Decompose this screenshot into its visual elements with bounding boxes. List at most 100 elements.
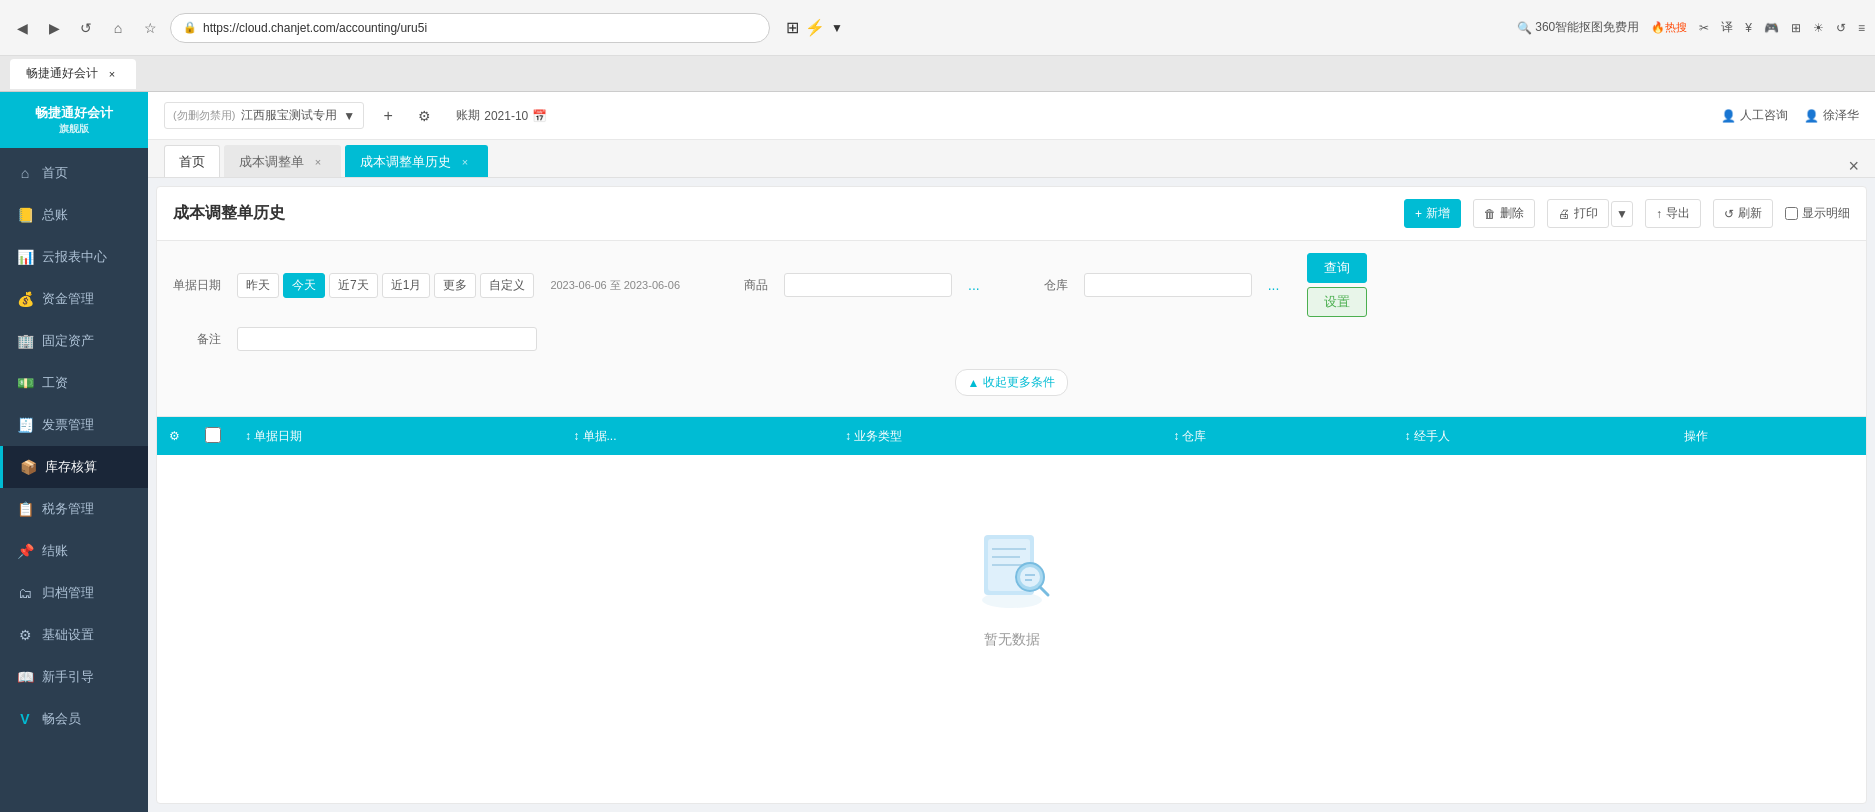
back-button[interactable]: ◀ bbox=[10, 16, 34, 40]
date-yesterday-button[interactable]: 昨天 bbox=[237, 273, 279, 298]
goods-more-button[interactable]: ... bbox=[968, 277, 980, 293]
hot-search-tool[interactable]: 🔥热搜 bbox=[1651, 20, 1687, 35]
sidebar-item-salary[interactable]: 💵 工资 bbox=[0, 362, 148, 404]
user-menu[interactable]: 👤 徐泽华 bbox=[1804, 107, 1859, 124]
browser-tab-chanjet[interactable]: 畅捷通好会计 × bbox=[10, 59, 136, 89]
refresh-button[interactable]: ↺ 刷新 bbox=[1713, 199, 1773, 228]
settings-icon: ⚙ bbox=[16, 627, 34, 643]
sidebar-item-guide[interactable]: 📖 新手引导 bbox=[0, 656, 148, 698]
browser-tab-label: 畅捷通好会计 bbox=[26, 65, 98, 82]
workspace-dropdown-icon: ▼ bbox=[343, 109, 355, 123]
translate-tool[interactable]: 译 bbox=[1721, 19, 1733, 36]
tab-cost-adjustment-close-icon[interactable]: × bbox=[310, 154, 326, 170]
delete-button[interactable]: 🗑 删除 bbox=[1473, 199, 1535, 228]
tab-cost-adjustment[interactable]: 成本调整单 × bbox=[224, 145, 341, 177]
sidebar-item-close-account-label: 结账 bbox=[42, 542, 68, 560]
date-custom-button[interactable]: 自定义 bbox=[480, 273, 534, 298]
customer-service-button[interactable]: 👤 人工咨询 bbox=[1721, 107, 1788, 124]
grid-tool[interactable]: ⊞ bbox=[1791, 21, 1801, 35]
wallet-tool[interactable]: ¥ bbox=[1745, 21, 1752, 35]
sidebar-item-close-account[interactable]: 📌 结账 bbox=[0, 530, 148, 572]
page-title: 成本调整单历史 bbox=[173, 203, 285, 224]
remark-filter-input[interactable] bbox=[237, 327, 537, 351]
select-all-checkbox[interactable] bbox=[205, 427, 221, 443]
top-bar-right: 👤 人工咨询 👤 徐泽华 bbox=[1721, 107, 1859, 124]
sidebar-item-invoice[interactable]: 🧾 发票管理 bbox=[0, 404, 148, 446]
display-cols-checkbox[interactable] bbox=[1785, 207, 1798, 220]
goods-filter-input[interactable] bbox=[784, 273, 952, 297]
date-7days-button[interactable]: 近7天 bbox=[329, 273, 378, 298]
filter-row-1: 单据日期 昨天 今天 近7天 近1月 更多 自定义 2023-06-06 至 2… bbox=[173, 253, 1850, 317]
th-date[interactable]: ↕ 单据日期 bbox=[233, 417, 561, 455]
invoice-icon: 🧾 bbox=[16, 417, 34, 433]
tab-home[interactable]: 首页 bbox=[164, 145, 220, 177]
sidebar-item-vip[interactable]: V 畅会员 bbox=[0, 698, 148, 740]
calendar-icon[interactable]: 📅 bbox=[532, 109, 547, 123]
star-button[interactable]: ☆ bbox=[138, 16, 162, 40]
display-cols-label: 显示明细 bbox=[1802, 205, 1850, 222]
print-button[interactable]: 🖨 打印 bbox=[1547, 199, 1609, 228]
query-button[interactable]: 查询 bbox=[1307, 253, 1367, 283]
print-dropdown-button[interactable]: ▼ bbox=[1611, 201, 1633, 227]
display-cols-checkbox-label[interactable]: 显示明细 bbox=[1785, 205, 1850, 222]
home-button[interactable]: ⌂ bbox=[106, 16, 130, 40]
service-label: 人工咨询 bbox=[1740, 107, 1788, 124]
collapse-button[interactable]: ▲ 收起更多条件 bbox=[955, 369, 1069, 396]
date-1month-button[interactable]: 近1月 bbox=[382, 273, 431, 298]
page-content: 成本调整单历史 + 新增 🗑 删除 🖨 打印 bbox=[156, 186, 1867, 804]
sidebar-item-ledger[interactable]: 📒 总账 bbox=[0, 194, 148, 236]
date-today-button[interactable]: 今天 bbox=[283, 273, 325, 298]
menu-tool[interactable]: ≡ bbox=[1858, 21, 1865, 35]
th-type[interactable]: ↕ 业务类型 bbox=[833, 417, 1161, 455]
add-workspace-button[interactable]: + bbox=[376, 104, 400, 128]
search-tool[interactable]: 🔍 360智能抠图免费用 bbox=[1517, 19, 1639, 36]
th-settings[interactable]: ⚙ bbox=[157, 417, 193, 455]
th-checkbox[interactable] bbox=[193, 417, 233, 455]
filter-settings-label: 设置 bbox=[1324, 293, 1350, 311]
tab-cost-adjustment-history[interactable]: 成本调整单历史 × bbox=[345, 145, 488, 177]
sidebar-item-reports[interactable]: 📊 云报表中心 bbox=[0, 236, 148, 278]
refresh-button[interactable]: ↺ bbox=[74, 16, 98, 40]
ledger-icon: 📒 bbox=[16, 207, 34, 223]
th-date-label: ↕ 单据日期 bbox=[245, 429, 302, 443]
scissors-tool[interactable]: ✂ bbox=[1699, 21, 1709, 35]
date-more-button[interactable]: 更多 bbox=[434, 273, 476, 298]
sidebar-item-assets[interactable]: 🏢 固定资产 bbox=[0, 320, 148, 362]
sidebar-item-assets-label: 固定资产 bbox=[42, 332, 94, 350]
browser-dropdown-icon[interactable]: ▼ bbox=[831, 21, 843, 35]
filter-settings-button[interactable]: 设置 bbox=[1307, 287, 1367, 317]
browser-tab-bar: 畅捷通好会计 × bbox=[0, 56, 1875, 92]
game-tool[interactable]: 🎮 bbox=[1764, 21, 1779, 35]
th-handler[interactable]: ↕ 经手人 bbox=[1393, 417, 1673, 455]
tab-close-all-icon[interactable]: × bbox=[1848, 156, 1859, 177]
sidebar-item-funds[interactable]: 💰 资金管理 bbox=[0, 278, 148, 320]
undo-tool[interactable]: ↺ bbox=[1836, 21, 1846, 35]
browser-apps-icon[interactable]: ⊞ bbox=[786, 18, 799, 37]
tab-home-label: 首页 bbox=[179, 153, 205, 171]
export-button[interactable]: ↑ 导出 bbox=[1645, 199, 1701, 228]
sidebar-item-tax[interactable]: 📋 税务管理 bbox=[0, 488, 148, 530]
search-icon: 🔍 bbox=[1517, 21, 1532, 35]
th-no[interactable]: ↕ 单据... bbox=[561, 417, 833, 455]
sun-tool[interactable]: ☀ bbox=[1813, 21, 1824, 35]
sidebar-item-home[interactable]: ⌂ 首页 bbox=[0, 152, 148, 194]
sidebar-item-inventory[interactable]: 📦 库存核算 bbox=[0, 446, 148, 488]
browser-lightning-icon[interactable]: ⚡ bbox=[805, 18, 825, 37]
warehouse-more-button[interactable]: ... bbox=[1268, 277, 1280, 293]
settings-column-icon[interactable]: ⚙ bbox=[169, 429, 180, 443]
sidebar-item-guide-label: 新手引导 bbox=[42, 668, 94, 686]
salary-icon: 💵 bbox=[16, 375, 34, 391]
warehouse-filter-input[interactable] bbox=[1084, 273, 1252, 297]
th-type-label: ↕ 业务类型 bbox=[845, 429, 902, 443]
th-warehouse[interactable]: ↕ 仓库 bbox=[1161, 417, 1392, 455]
sidebar-item-settings[interactable]: ⚙ 基础设置 bbox=[0, 614, 148, 656]
browser-tab-close-icon[interactable]: × bbox=[104, 66, 120, 82]
tab-cost-adjustment-history-close-icon[interactable]: × bbox=[457, 154, 473, 170]
page-tabs: 首页 成本调整单 × 成本调整单历史 × × bbox=[148, 140, 1875, 178]
address-bar[interactable]: 🔒 https://cloud.chanjet.com/accounting/u… bbox=[170, 13, 770, 43]
new-button[interactable]: + 新增 bbox=[1404, 199, 1461, 228]
workspace-settings-button[interactable]: ⚙ bbox=[412, 104, 436, 128]
sidebar-item-archive[interactable]: 🗂 归档管理 bbox=[0, 572, 148, 614]
workspace-selector[interactable]: (勿删勿禁用) 江西服宝测试专用 ▼ bbox=[164, 102, 364, 129]
forward-button[interactable]: ▶ bbox=[42, 16, 66, 40]
